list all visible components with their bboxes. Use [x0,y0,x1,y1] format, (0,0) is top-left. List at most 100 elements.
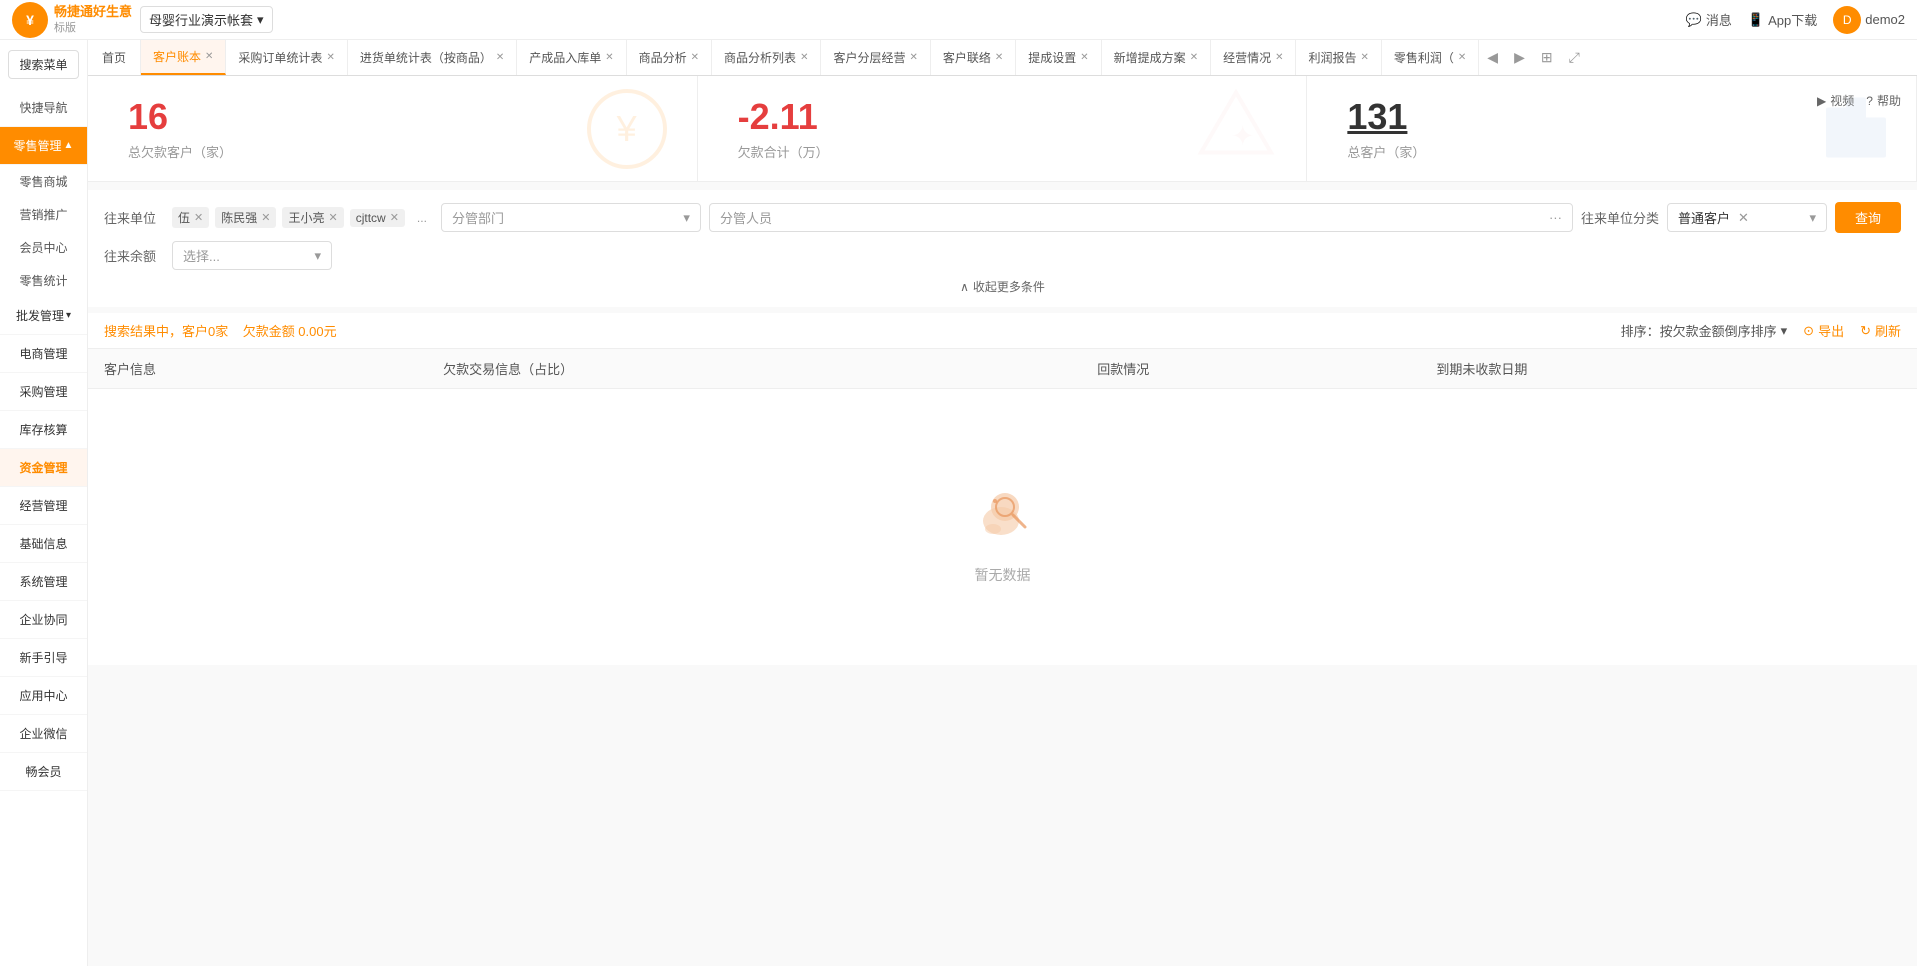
sidebar-item-quick-nav[interactable]: 快捷导航 [0,89,87,127]
tab-close-purchase-order-stats[interactable]: ✕ [326,52,334,63]
sidebar-item-system-mgmt[interactable]: 系统管理 [0,563,87,601]
remove-tag-3[interactable]: ✕ [328,211,337,224]
help-icon: ? [1866,94,1873,108]
tab-incoming-stats[interactable]: 进货单统计表（按商品） ✕ [348,40,517,75]
tab-scroll-right[interactable]: ▶ [1506,40,1533,75]
tab-home[interactable]: 首页 [88,40,141,75]
message-button[interactable]: 💬 消息 [1686,10,1732,29]
tab-scroll-left[interactable]: ◀ [1479,40,1506,75]
tab-product-analysis-list[interactable]: 商品分析列表 ✕ [712,40,821,75]
tab-product-analysis[interactable]: 商品分析 ✕ [627,40,712,75]
export-icon: ⊙ [1803,323,1814,339]
collapse-icon: ∧ [960,280,969,294]
sidebar-item-app-center[interactable]: 应用中心 [0,677,87,715]
tab-close-business-status[interactable]: ✕ [1275,52,1283,63]
unit-category-label: 往来单位分类 [1581,208,1659,227]
data-table: 客户信息 欠款交易信息（占比） 回款情况 到期未收款日期 [88,349,1917,665]
main-layout: 搜索菜单 快捷导航 零售管理 ▲ 零售商城 营销推广 会员中心 零售统计 批发管… [0,40,1917,966]
tab-business-status[interactable]: 经营情况 ✕ [1211,40,1296,75]
tab-close-profit-report[interactable]: ✕ [1361,52,1369,63]
sidebar-item-basic-info[interactable]: 基础信息 [0,525,87,563]
remove-tag-1[interactable]: ✕ [194,211,203,224]
stat-debt-label: 欠款合计（万） [738,142,829,161]
sidebar-item-retail-management[interactable]: 零售管理 ▲ [0,127,87,165]
sidebar-item-member-center[interactable]: 会员中心 [0,231,87,264]
chevron-down-icon: ▾ [257,12,264,28]
tab-customer-segmentation[interactable]: 客户分层经营 ✕ [821,40,930,75]
sidebar-item-wholesale-mgmt[interactable]: 批发管理 ▾ [0,297,87,335]
filter-tag-1: 伍 ✕ [172,207,209,228]
sort-dropdown-icon: ▾ [1781,323,1788,339]
user-menu[interactable]: D demo2 [1833,6,1905,34]
sidebar-item-retail-stats[interactable]: 零售统计 [0,264,87,297]
app-download-button[interactable]: 📱 App下载 [1748,10,1817,29]
tab-bar: 首页 客户账本 ✕ 采购订单统计表 ✕ 进货单统计表（按商品） ✕ 产成品入库单… [88,40,1917,76]
tab-close-product-inbound[interactable]: ✕ [605,52,613,63]
data-table-container: 客户信息 欠款交易信息（占比） 回款情况 到期未收款日期 [88,349,1917,665]
results-info: 搜索结果中，客户0家 欠款金额 0.00元 [104,321,337,340]
balance-select[interactable]: 选择... ▾ [172,241,332,270]
sidebar-item-vip-member[interactable]: 畅会员 [0,753,87,791]
tab-product-inbound[interactable]: 产成品入库单 ✕ [517,40,626,75]
empty-icon [963,469,1043,549]
topbar-right: 💬 消息 📱 App下载 D demo2 [1686,6,1905,34]
tab-close-new-promotion[interactable]: ✕ [1190,52,1198,63]
branch-dept-select[interactable]: 分管部门 ▾ [441,203,701,232]
search-menu-button[interactable]: 搜索菜单 [8,50,79,79]
tab-close-customer-segmentation[interactable]: ✕ [909,52,917,63]
filter-tag-2: 陈民强 ✕ [215,207,276,228]
tab-expand-btn[interactable]: ⊞ [1533,40,1561,75]
tab-close-incoming-stats[interactable]: ✕ [496,52,504,63]
remove-tag-4[interactable]: ✕ [390,211,399,224]
branch-person-select[interactable]: 分管人员 ··· [709,203,1573,232]
sidebar-item-operations-mgmt[interactable]: 经营管理 [0,487,87,525]
balance-dropdown-icon: ▾ [314,248,321,264]
tab-profit-report[interactable]: 利润报告 ✕ [1296,40,1381,75]
collapse-button[interactable]: ∧ 收起更多条件 [960,278,1045,295]
dropdown-icon: ▾ [683,210,690,226]
tab-new-promotion[interactable]: 新增提成方案 ✕ [1102,40,1211,75]
tab-customer-account[interactable]: 客户账本 ✕ [141,40,226,75]
arrow-icon: ▲ [64,140,74,151]
tab-close-promotion-settings[interactable]: ✕ [1080,52,1088,63]
unit-category-select[interactable]: 普通客户 ✕ ▾ [1667,203,1827,232]
sort-select[interactable]: 排序：按欠款金额倒序排序 ▾ [1621,321,1788,340]
filter-section: 往来单位 伍 ✕ 陈民强 ✕ 王小亮 ✕ [88,190,1917,307]
tab-close-product-analysis-list[interactable]: ✕ [800,52,808,63]
page-content: ¥ 16 总欠款客户（家） ✦ -2.11 欠款合计（万） [88,76,1917,966]
sidebar-item-ecommerce-mgmt[interactable]: 电商管理 [0,335,87,373]
tab-close-product-analysis[interactable]: ✕ [691,52,699,63]
avatar: D [1833,6,1861,34]
tab-close-customer-contact[interactable]: ✕ [995,52,1003,63]
help-button[interactable]: ? 帮助 [1866,92,1901,109]
empty-state: 暂无数据 [88,389,1917,665]
tab-promotion-settings[interactable]: 提成设置 ✕ [1016,40,1101,75]
tab-retail-profit[interactable]: 零售利润（ ✕ [1382,40,1479,75]
tab-customer-contact[interactable]: 客户联络 ✕ [931,40,1016,75]
query-button[interactable]: 查询 [1835,202,1901,233]
stat-customers-value: 16 [128,96,168,138]
video-button[interactable]: ▶ 视频 [1817,92,1854,109]
tab-fullscreen-btn[interactable]: ⤢ [1561,40,1588,75]
filter-tag-4: cjttcw ✕ [350,209,405,227]
sidebar-item-enterprise-wechat[interactable]: 企业微信 [0,715,87,753]
export-button[interactable]: ⊙ 导出 [1803,321,1844,340]
sidebar-item-new-guide[interactable]: 新手引导 [0,639,87,677]
col-repayment: 回款情况 [1081,349,1420,389]
tab-purchase-order-stats[interactable]: 采购订单统计表 ✕ [226,40,347,75]
remove-tag-2[interactable]: ✕ [261,211,270,224]
sidebar-item-retail-mall[interactable]: 零售商城 [0,165,87,198]
sidebar-item-purchase-mgmt[interactable]: 采购管理 [0,373,87,411]
account-selector[interactable]: 母婴行业演示帐套 ▾ [140,6,273,33]
sidebar-item-capital-mgmt[interactable]: 资金管理 [0,449,87,487]
unit-category-remove[interactable]: ✕ [1738,210,1749,226]
sidebar-search-area: 搜索菜单 [0,40,87,89]
stat-customers-label: 总欠款客户（家） [128,142,232,161]
sidebar-item-marketing[interactable]: 营销推广 [0,198,87,231]
refresh-button[interactable]: ↻ 刷新 [1860,321,1901,340]
sidebar-item-enterprise-collab[interactable]: 企业协同 [0,601,87,639]
sidebar-item-inventory-check[interactable]: 库存核算 [0,411,87,449]
tab-close-customer-account[interactable]: ✕ [205,51,213,62]
tab-close-retail-profit[interactable]: ✕ [1458,52,1466,63]
more-tags-button[interactable]: ... [411,209,433,227]
